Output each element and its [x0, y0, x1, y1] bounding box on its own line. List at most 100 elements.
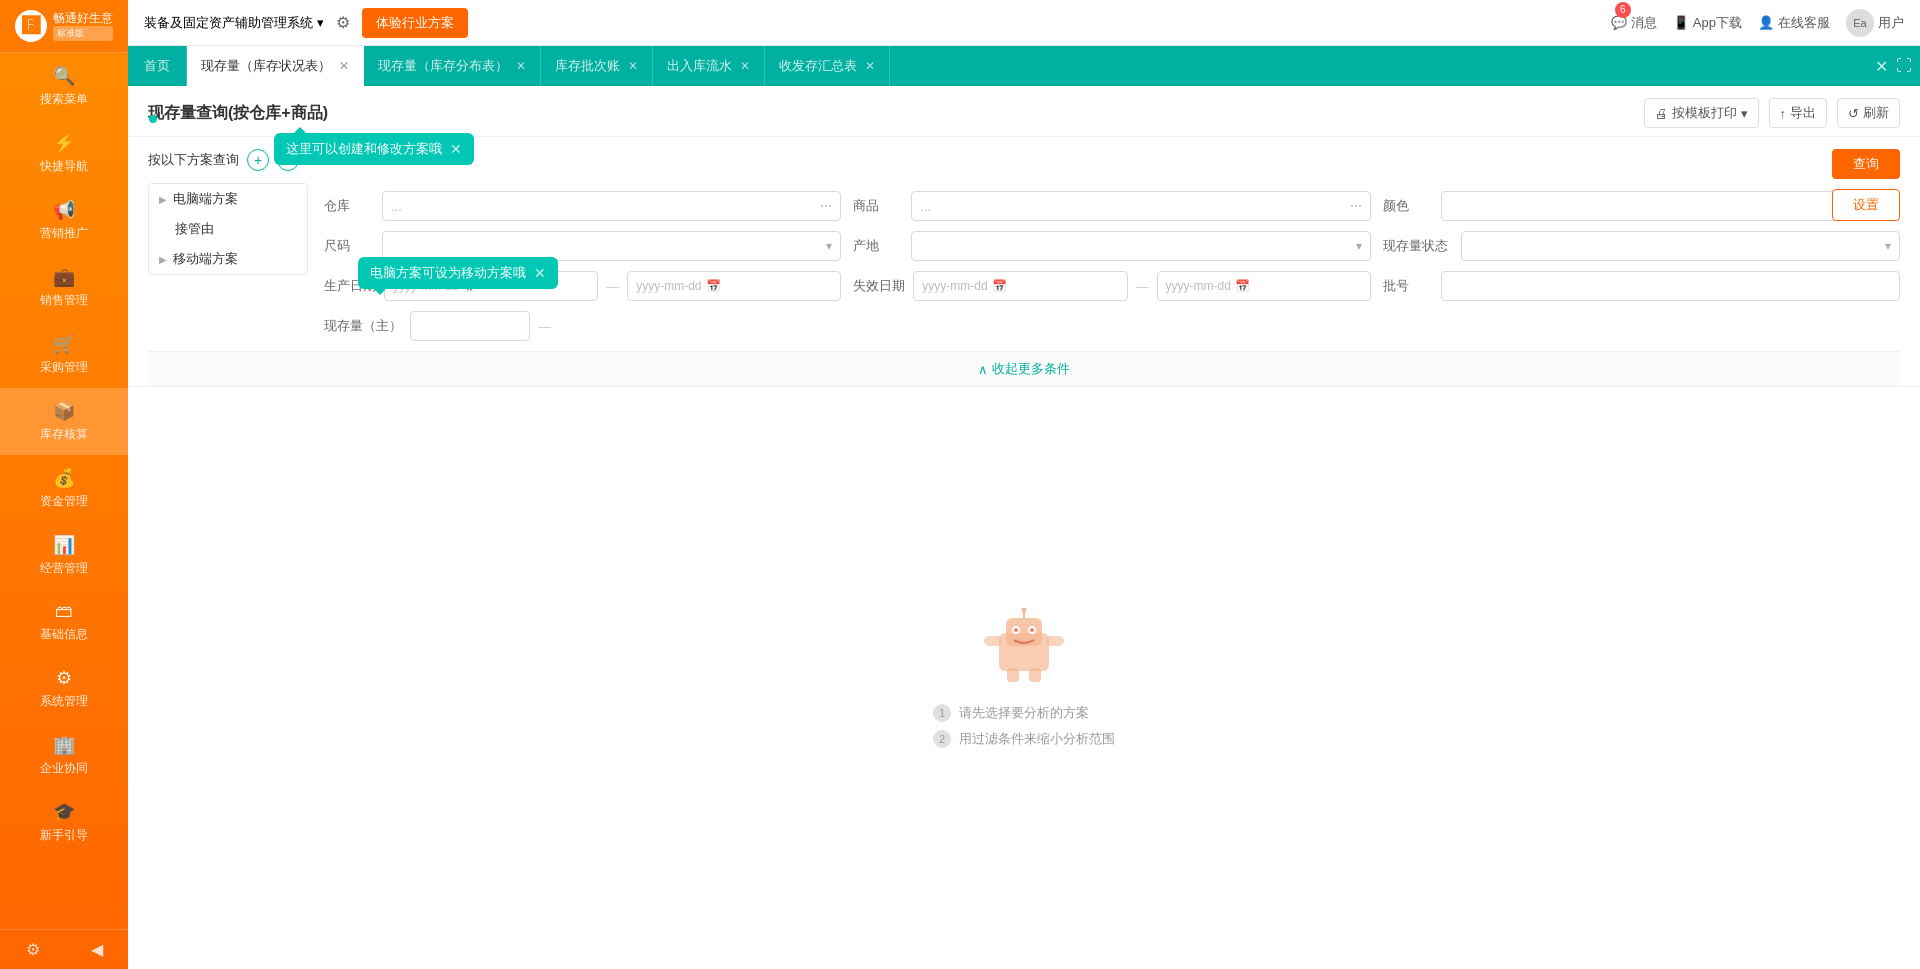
- filter-field-goods: 商品 ... ⋯: [853, 191, 1370, 221]
- scheme-mobile-item[interactable]: ▶ 移动端方案: [149, 244, 307, 274]
- refresh-icon: ↺: [1848, 106, 1859, 121]
- scheme-desktop-item[interactable]: ▶ 电脑端方案: [149, 184, 307, 214]
- sidebar-item-enterprise[interactable]: 🏢 企业协同: [0, 722, 128, 789]
- user-item[interactable]: Ea 用户: [1846, 9, 1904, 37]
- refresh-button[interactable]: ↺ 刷新: [1837, 98, 1900, 128]
- sidebar-item-purchase[interactable]: 🛒 采购管理: [0, 321, 128, 388]
- scheme-desktop-sub-item[interactable]: 接管由: [149, 214, 307, 244]
- page-actions: 🖨 按模板打印 ▾ ↑ 导出 ↺ 刷新: [1644, 98, 1901, 128]
- step-num-2: 2: [933, 730, 951, 748]
- filter-field-origin: 产地 ▾: [853, 231, 1370, 261]
- header-right: 💬 消息 6 📱 App下载 👤 在线客服 Ea 用户: [1611, 9, 1904, 37]
- sidebar-item-operation[interactable]: 📊 经营管理: [0, 522, 128, 589]
- origin-select[interactable]: ▾: [911, 231, 1370, 261]
- stock-qty-min[interactable]: [410, 311, 530, 341]
- footer-settings-btn[interactable]: ⚙: [26, 940, 40, 959]
- online-service-item[interactable]: 👤 在线客服: [1758, 14, 1830, 32]
- notification-badge: 6: [1615, 2, 1631, 18]
- export-icon: ↑: [1780, 106, 1787, 121]
- sidebar-item-search[interactable]: 🔍 搜索菜单: [0, 53, 128, 120]
- finance-icon: 💰: [53, 467, 75, 489]
- sales-icon: 💼: [53, 266, 75, 288]
- tab-close-icon[interactable]: ✕: [339, 59, 349, 73]
- empty-state: 1 请先选择要分析的方案 2 用过滤条件来缩小分析范围: [128, 387, 1920, 969]
- production-date-end[interactable]: yyyy-mm-dd 📅: [627, 271, 841, 301]
- filter-rows: 仓库 ... ⋯ 商品 ... ⋯: [324, 191, 1900, 341]
- header-settings-icon[interactable]: ⚙: [336, 13, 350, 32]
- tab-home[interactable]: 首页: [128, 46, 187, 86]
- tab-inout[interactable]: 出入库流水 ✕: [653, 46, 765, 86]
- tab-close-icon[interactable]: ✕: [516, 59, 526, 73]
- export-button[interactable]: ↑ 导出: [1769, 98, 1828, 128]
- app-icon: 📱: [1673, 15, 1689, 30]
- sidebar-item-inventory[interactable]: 📦 库存核算: [0, 388, 128, 455]
- basic-icon: 🗃: [55, 601, 73, 622]
- sidebar-nav: 🔍 搜索菜单 ⚡ 快捷导航 📢 营销推广 💼 销售管理 🛒 采购管理 📦 库存核…: [0, 53, 128, 929]
- tab-close-all-btn[interactable]: ✕: [1875, 57, 1888, 76]
- filter-field-stock-qty: 现存量（主） —: [324, 311, 841, 341]
- btn-column: 查询 设置: [1832, 149, 1900, 221]
- system-icon: ⚙: [56, 667, 72, 689]
- filter-row-2: 尺码 ▾ 产地 ▾: [324, 231, 1900, 261]
- search-button[interactable]: 查询: [1832, 149, 1900, 179]
- dropdown-icon2: ▾: [826, 239, 832, 253]
- warehouse-select[interactable]: ... ⋯: [382, 191, 841, 221]
- tooltip2-close-btn[interactable]: ✕: [450, 141, 462, 157]
- tooltip1-close-btn[interactable]: ✕: [534, 265, 546, 281]
- sidebar-logo: 🅱 畅通好生意 标准版: [0, 0, 128, 53]
- notification-item[interactable]: 💬 消息 6: [1611, 14, 1657, 32]
- filter-row-3: 生产日期 yyyy-mm-dd 📅 — yyyy-mm-dd: [324, 271, 1900, 301]
- expiry-date-start[interactable]: yyyy-mm-dd 📅: [913, 271, 1127, 301]
- avatar: Ea: [1846, 9, 1874, 37]
- empty-illustration: [974, 608, 1074, 688]
- tab-collection[interactable]: 收发存汇总表 ✕: [765, 46, 890, 86]
- collapse-bar[interactable]: ∧ 收起更多条件: [148, 351, 1900, 386]
- sidebar: 🅱 畅通好生意 标准版 🔍 搜索菜单 ⚡ 快捷导航 📢 营销推广 💼 销售管理 …: [0, 0, 128, 969]
- app-download-item[interactable]: 📱 App下载: [1673, 14, 1742, 32]
- sidebar-item-marketing[interactable]: 📢 营销推广: [0, 187, 128, 254]
- svg-point-4: [1014, 628, 1018, 632]
- sidebar-item-guide[interactable]: 🎓 新手引导: [0, 789, 128, 856]
- footer-collapse-btn[interactable]: ◀: [91, 940, 103, 959]
- sidebar-item-shortcut[interactable]: ⚡ 快捷导航: [0, 120, 128, 187]
- tab-batch[interactable]: 库存批次账 ✕: [541, 46, 653, 86]
- inventory-icon: 📦: [53, 400, 75, 422]
- tab-bar-end: ✕ ⛶: [1867, 46, 1920, 86]
- filter-add-button[interactable]: +: [247, 149, 269, 171]
- logo-text: 畅通好生意 标准版: [53, 11, 113, 42]
- tab-inventory-status[interactable]: 现存量（库存状况表） ✕: [187, 46, 364, 86]
- filter-label: 按以下方案查询: [148, 151, 239, 169]
- stock-status-select[interactable]: ▾: [1461, 231, 1900, 261]
- expiry-date-end[interactable]: yyyy-mm-dd 📅: [1157, 271, 1371, 301]
- dot-indicator: [149, 115, 157, 123]
- print-button[interactable]: 🖨 按模板打印 ▾: [1644, 98, 1759, 128]
- step-num-1: 1: [933, 704, 951, 722]
- print-dropdown-icon: ▾: [1741, 106, 1748, 121]
- tab-expand-btn[interactable]: ⛶: [1896, 57, 1912, 75]
- tab-inventory-dist[interactable]: 现存量（库存分布表） ✕: [364, 46, 541, 86]
- sidebar-item-sales[interactable]: 💼 销售管理: [0, 254, 128, 321]
- sidebar-item-finance[interactable]: 💰 资金管理: [0, 455, 128, 522]
- tab-close-icon[interactable]: ✕: [865, 59, 875, 73]
- goods-select[interactable]: ... ⋯: [911, 191, 1370, 221]
- filter-field-stock-status: 现存量状态 ▾: [1383, 231, 1900, 261]
- sidebar-item-basic[interactable]: 🗃 基础信息: [0, 589, 128, 655]
- filter-field-expiry-date: 失效日期 yyyy-mm-dd 📅 — yyyy-mm-dd: [853, 271, 1370, 301]
- trial-button[interactable]: 体验行业方案: [362, 8, 468, 38]
- page-content: 现存量查询(按仓库+商品) 🖨 按模板打印 ▾ ↑ 导出 ↺ 刷新: [128, 86, 1920, 969]
- main-area: 装备及固定资产辅助管理系统 ▾ ⚙ 体验行业方案 💬 消息 6 📱 App下载 …: [128, 0, 1920, 969]
- svg-rect-1: [1006, 618, 1042, 646]
- tab-close-icon[interactable]: ✕: [740, 59, 750, 73]
- system-dropdown[interactable]: 装备及固定资产辅助管理系统 ▾: [144, 14, 324, 32]
- tab-close-icon[interactable]: ✕: [628, 59, 638, 73]
- empty-step-2: 2 用过滤条件来缩小分析范围: [933, 730, 1115, 748]
- batch-input[interactable]: [1441, 271, 1900, 301]
- filter-field-batch: 批号: [1383, 271, 1900, 301]
- set-button[interactable]: 设置: [1832, 189, 1900, 221]
- enterprise-icon: 🏢: [53, 734, 75, 756]
- dropdown-icon3: ▾: [1356, 239, 1362, 253]
- purchase-icon: 🛒: [53, 333, 75, 355]
- tree-expand-icon: ▶: [159, 194, 167, 205]
- sidebar-item-system[interactable]: ⚙ 系统管理: [0, 655, 128, 722]
- svg-point-7: [1022, 608, 1027, 613]
